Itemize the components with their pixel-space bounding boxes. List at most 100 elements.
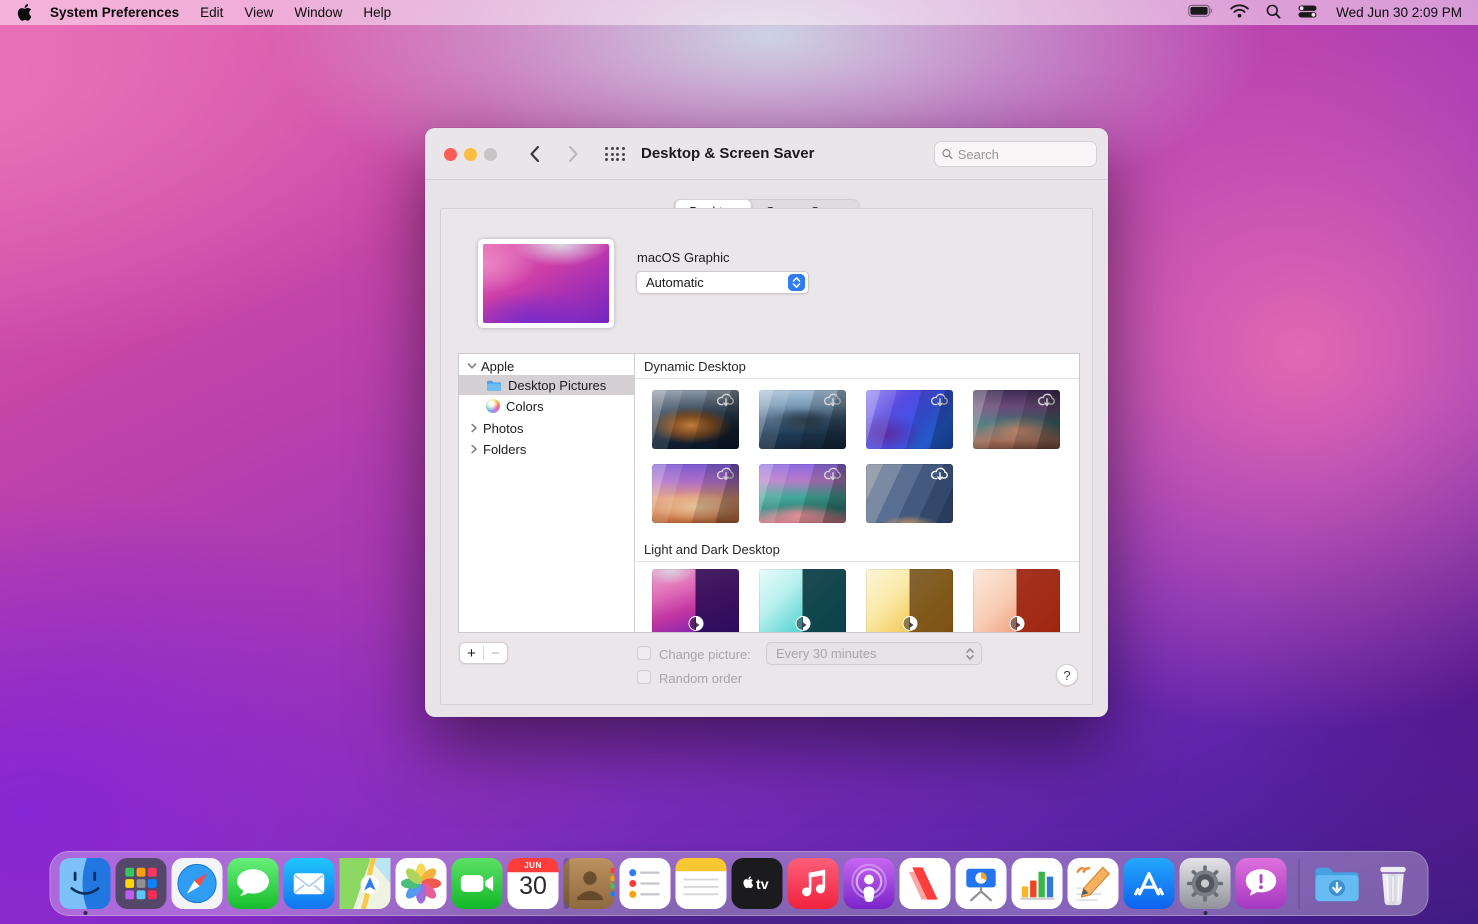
spotlight-icon[interactable]: [1266, 4, 1281, 22]
dropdown-stepper-icon: [788, 274, 805, 291]
dock-keynote-icon[interactable]: [956, 858, 1007, 909]
wallpaper-thumb-the-cliffs[interactable]: [652, 390, 739, 449]
dock-safari-icon[interactable]: [172, 858, 223, 909]
help-button[interactable]: ?: [1056, 664, 1078, 686]
download-icon[interactable]: [930, 392, 950, 413]
dock-news-icon[interactable]: [900, 858, 951, 909]
dock-launchpad-icon[interactable]: [116, 858, 167, 909]
dock-facetime-icon[interactable]: [452, 858, 503, 909]
calendar-month-label: JUN: [508, 861, 559, 870]
dock-notes-icon[interactable]: [676, 858, 727, 909]
search-icon: [942, 148, 953, 160]
dock-trash-icon[interactable]: [1368, 858, 1419, 909]
wallpaper-thumb-hello-red[interactable]: [973, 569, 1060, 632]
search-field[interactable]: [934, 141, 1097, 167]
folder-icon: [486, 379, 502, 392]
sidebar-item-colors[interactable]: Colors: [459, 396, 634, 416]
sidebar-group-apple[interactable]: Apple: [459, 356, 634, 376]
apple-menu-icon[interactable]: [16, 4, 31, 21]
wallpaper-thumb-hello-teal[interactable]: [759, 569, 846, 632]
chevron-down-icon[interactable]: [467, 361, 477, 371]
sidebar-label-apple: Apple: [481, 359, 514, 374]
forward-button[interactable]: [561, 142, 585, 166]
menu-edit[interactable]: Edit: [200, 5, 223, 20]
close-button[interactable]: [444, 148, 457, 161]
wallpaper-source-list: Apple Desktop Pictures Colors: [459, 354, 635, 632]
monterey-graphic-preview: [483, 244, 609, 323]
wallpaper-thumb-the-desert[interactable]: [652, 464, 739, 523]
light-dark-badge-icon: [1009, 616, 1024, 631]
menu-view[interactable]: View: [244, 5, 273, 20]
download-icon[interactable]: [716, 392, 736, 413]
menu-help[interactable]: Help: [363, 5, 391, 20]
dock-contacts-icon[interactable]: [564, 858, 615, 909]
download-icon[interactable]: [716, 466, 736, 487]
dock-numbers-icon[interactable]: [1012, 858, 1063, 909]
desktop-settings-panel: macOS Graphic Automatic Apple: [440, 208, 1093, 705]
wallpaper-thumb-the-beach[interactable]: [759, 464, 846, 523]
dock-downloads-folder-icon[interactable]: [1312, 858, 1363, 909]
sidebar-group-folders[interactable]: Folders: [459, 439, 634, 459]
dock-finder-icon[interactable]: [60, 858, 111, 909]
download-icon[interactable]: [823, 392, 843, 413]
minimize-button[interactable]: [464, 148, 477, 161]
chevron-right-icon[interactable]: [469, 444, 479, 454]
dropdown-chevrons-icon: [965, 647, 975, 661]
dock-app-store-icon[interactable]: [1124, 858, 1175, 909]
window-titlebar[interactable]: Desktop & Screen Saver: [425, 128, 1108, 180]
dock-podcasts-icon[interactable]: [844, 858, 895, 909]
source-split-view: Apple Desktop Pictures Colors: [458, 353, 1080, 633]
download-icon[interactable]: [1037, 392, 1057, 413]
dock-reminders-icon[interactable]: [620, 858, 671, 909]
wifi-icon[interactable]: [1230, 4, 1249, 21]
battery-icon[interactable]: [1188, 4, 1213, 21]
remove-source-button[interactable]: −: [484, 643, 507, 663]
sidebar-label-folders: Folders: [483, 442, 526, 457]
search-input[interactable]: [958, 147, 1089, 162]
dock-photos-icon[interactable]: [396, 858, 447, 909]
dock-messages-icon[interactable]: [228, 858, 279, 909]
control-center-icon[interactable]: [1298, 5, 1317, 21]
dock-pages-icon[interactable]: [1068, 858, 1119, 909]
dock-system-preferences-icon[interactable]: [1180, 858, 1231, 909]
dock-feedback-assistant-icon[interactable]: [1236, 858, 1287, 909]
wallpaper-gallery: Dynamic Desktop: [635, 354, 1079, 632]
appearance-mode-dropdown[interactable]: Automatic: [636, 271, 809, 294]
sidebar-group-photos[interactable]: Photos: [459, 418, 634, 438]
zoom-button[interactable]: [484, 148, 497, 161]
menubar-clock[interactable]: Wed Jun 30 2:09 PM: [1336, 5, 1462, 20]
change-picture-checkbox[interactable]: [637, 646, 651, 660]
sidebar-label-photos: Photos: [483, 421, 523, 436]
menu-system-preferences[interactable]: System Preferences: [50, 5, 179, 20]
window-title: Desktop & Screen Saver: [641, 128, 814, 180]
dock-calendar-icon[interactable]: JUN 30: [508, 858, 559, 909]
dock-mail-icon[interactable]: [284, 858, 335, 909]
menu-window[interactable]: Window: [294, 5, 342, 20]
wallpaper-thumb-big-sur[interactable]: [866, 390, 953, 449]
dock-music-icon[interactable]: [788, 858, 839, 909]
menu-bar: System Preferences Edit View Window Help…: [0, 0, 1478, 25]
wallpaper-name-label: macOS Graphic: [637, 250, 729, 265]
download-icon[interactable]: [823, 466, 843, 487]
dock: JUN 30 tv: [50, 851, 1429, 916]
dock-maps-icon[interactable]: [340, 858, 391, 909]
sidebar-label-desktop-pictures: Desktop Pictures: [508, 378, 606, 393]
wallpaper-thumb-catalina[interactable]: [759, 390, 846, 449]
dock-divider: [1299, 859, 1300, 909]
dock-tv-icon[interactable]: tv: [732, 858, 783, 909]
running-indicator: [1203, 911, 1207, 915]
light-dark-badge-icon: [795, 616, 810, 631]
interval-dropdown[interactable]: Every 30 minutes: [766, 642, 982, 665]
random-order-checkbox[interactable]: [637, 670, 651, 684]
wallpaper-thumb-hello-purple[interactable]: [652, 569, 739, 632]
svg-text:tv: tv: [756, 877, 769, 893]
back-button[interactable]: [522, 142, 546, 166]
download-icon[interactable]: [930, 466, 950, 487]
add-source-button[interactable]: +: [460, 643, 483, 663]
wallpaper-thumb-solar-gradients[interactable]: [866, 464, 953, 523]
chevron-right-icon[interactable]: [469, 423, 479, 433]
show-all-grid-icon[interactable]: [602, 142, 628, 166]
wallpaper-thumb-hello-yellow[interactable]: [866, 569, 953, 632]
wallpaper-thumb-the-lake[interactable]: [973, 390, 1060, 449]
sidebar-item-desktop-pictures[interactable]: Desktop Pictures: [459, 375, 634, 395]
